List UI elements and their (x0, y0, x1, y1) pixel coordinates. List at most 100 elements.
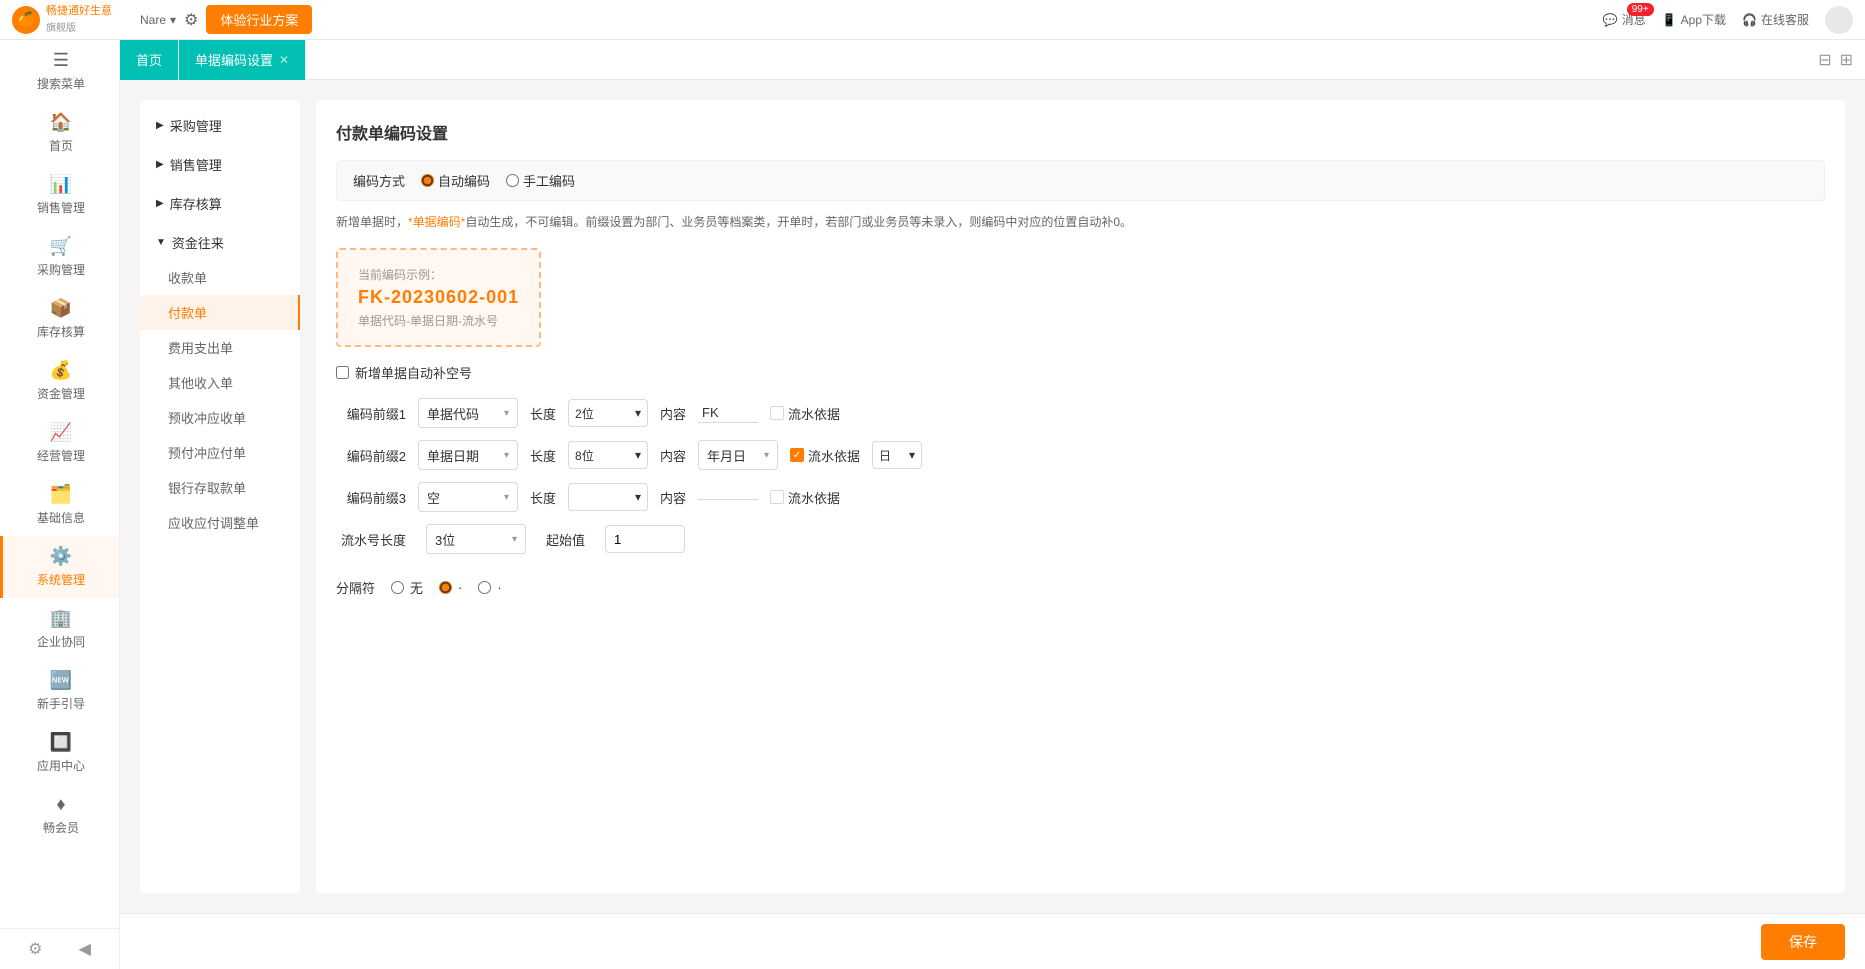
sidebar-item-label: 搜索菜单 (37, 75, 85, 92)
serial-length-select[interactable]: 3位 ▾ (426, 524, 526, 554)
chevron-down-icon: ▼ (156, 237, 166, 248)
sep-dot-radio[interactable] (439, 581, 452, 594)
sidebar-item-member[interactable]: ♦ 畅会员 (0, 784, 119, 846)
prefix3-serial-follow: 流水依据 (770, 488, 840, 507)
sub-group-purchase-title[interactable]: ▶ 采购管理 (140, 108, 300, 143)
auto-encode-label: 自动编码 (438, 171, 490, 190)
prefix2-serial-follow-label: 流水依据 (808, 446, 860, 465)
serial-start-input[interactable] (605, 525, 685, 553)
sub-sidebar-item-bank[interactable]: 银行存取款单 (140, 470, 300, 505)
sidebar-item-label: 资金管理 (37, 385, 85, 402)
preview-sub: 单据代码-单据日期-流水号 (358, 312, 519, 329)
app-download-item[interactable]: 📱 App下载 (1662, 11, 1726, 28)
sub-sidebar-item-other-income[interactable]: 其他收入单 (140, 365, 300, 400)
auto-encode-radio-label[interactable]: 自动编码 (421, 171, 490, 190)
sidebar-item-ops[interactable]: 📈 经营管理 (0, 412, 119, 474)
chevron-down-icon: ▾ (512, 534, 517, 545)
prefix1-serial-follow: 流水依据 (770, 404, 840, 423)
sidebar-item-guide[interactable]: 🆕 新手引导 (0, 660, 119, 722)
chevron-right-icon: ▶ (156, 159, 164, 170)
dropdown-btn[interactable]: Nare ▾ (140, 13, 176, 27)
sub-sidebar-item-pre-collect[interactable]: 预收冲应收单 (140, 400, 300, 435)
prefix2-serial-follow-checkbox[interactable]: ✓ (790, 448, 804, 462)
app-label: App下载 (1681, 11, 1726, 28)
online-service-item[interactable]: 🎧 在线客服 (1742, 11, 1809, 28)
page-content: 付款单编码设置 编码方式 自动编码 手工编码 新增单据时，*单据编码*自动生成 (316, 100, 1845, 893)
chevron-down-icon: ▾ (504, 492, 509, 503)
sep-none-radio[interactable] (391, 581, 404, 594)
tab-bar: 首页 单据编码设置 ✕ ⊟ ⊞ (120, 40, 1865, 80)
sep-dot2-radio[interactable] (478, 581, 491, 594)
trial-button[interactable]: 体验行业方案 (206, 5, 312, 34)
auto-encode-radio[interactable] (421, 174, 434, 187)
tab-expand-icon[interactable]: ⊞ (1840, 50, 1853, 70)
sub-group-fund-title[interactable]: ▼ 资金往来 (140, 225, 300, 260)
prefix3-length-select[interactable]: ▾ (568, 483, 648, 511)
content-area: ▶ 采购管理 ▶ 销售管理 ▶ 库存核算 (120, 80, 1865, 913)
tab-close-icon[interactable]: ✕ (279, 53, 289, 67)
sidebar-collapse-icon[interactable]: ◀ (79, 939, 91, 959)
sidebar-item-label: 库存核算 (37, 323, 85, 340)
prefix1-serial-follow-checkbox[interactable] (770, 406, 784, 420)
auto-fill-checkbox[interactable] (336, 366, 349, 379)
prefix3-serial-follow-checkbox[interactable] (770, 490, 784, 504)
tab-home[interactable]: 首页 (120, 40, 179, 80)
sep-dot-label[interactable]: · (439, 580, 462, 595)
sidebar-item-finance[interactable]: 💰 资金管理 (0, 350, 119, 412)
brand-icon: 🍊 (12, 6, 40, 34)
prefix1-length-value: 2位 (575, 405, 594, 422)
preview-code: FK-20230602-001 (358, 287, 519, 308)
prefix2-content-value: 年月日 (707, 446, 746, 465)
prefix2-length-select[interactable]: 8位 ▾ (568, 441, 648, 469)
sidebar-item-corp[interactable]: 🏢 企业协同 (0, 598, 119, 660)
prefix3-serial-follow-label: 流水依据 (788, 488, 840, 507)
sidebar-settings-icon[interactable]: ⚙ (28, 939, 42, 959)
sep-none-label[interactable]: 无 (391, 578, 423, 597)
prefix1-label: 编码前缀1 (336, 404, 406, 423)
prefix2-row: 编码前缀2 单据日期 ▾ 长度 8位 ▾ 内容 年月日 (336, 440, 1825, 470)
stock-icon: 📦 (50, 298, 72, 319)
prefix2-select[interactable]: 单据日期 ▾ (418, 440, 518, 470)
sub-sidebar-item-payment[interactable]: 付款单 (140, 295, 300, 330)
sep-dot2-label[interactable]: · (478, 580, 501, 595)
tab-serial-setting[interactable]: 单据编码设置 ✕ (179, 40, 306, 80)
sub-sidebar-item-expense[interactable]: 费用支出单 (140, 330, 300, 365)
prefix3-row: 编码前缀3 空 ▾ 长度 ▾ 内容 (336, 482, 1825, 512)
sidebar-item-system[interactable]: ⚙️ 系统管理 (0, 536, 119, 598)
tab-home-label: 首页 (136, 50, 162, 69)
prefix1-select[interactable]: 单据代码 ▾ (418, 398, 518, 428)
sidebar-item-base[interactable]: 🗂️ 基础信息 (0, 474, 119, 536)
prefix3-select[interactable]: 空 ▾ (418, 482, 518, 512)
top-bar-right: 💬 消息 99+ 📱 App下载 🎧 在线客服 (1603, 6, 1853, 34)
manual-encode-radio-label[interactable]: 手工编码 (506, 171, 575, 190)
separator-label: 分隔符 (336, 578, 375, 597)
user-avatar[interactable] (1825, 6, 1853, 34)
manual-encode-radio[interactable] (506, 174, 519, 187)
preview-label: 当前编码示例： (358, 266, 519, 283)
sales-icon: 📊 (50, 174, 72, 195)
sidebar-item-search[interactable]: ☰ 搜索菜单 (0, 40, 119, 102)
prefix1-length-select[interactable]: 2位 ▾ (568, 399, 648, 427)
message-item[interactable]: 💬 消息 99+ (1603, 11, 1646, 28)
sidebar: ☰ 搜索菜单 🏠 首页 📊 销售管理 🛒 采购管理 📦 库存核算 💰 资金管理 … (0, 40, 120, 969)
chevron-right-icon: ▶ (156, 198, 164, 209)
save-button[interactable]: 保存 (1761, 924, 1845, 960)
sidebar-item-home[interactable]: 🏠 首页 (0, 102, 119, 164)
sub-sidebar-item-pre-pay[interactable]: 预付冲应付单 (140, 435, 300, 470)
sidebar-item-label: 采购管理 (37, 261, 85, 278)
sidebar-item-apps[interactable]: 🔲 应用中心 (0, 722, 119, 784)
auto-fill-label: 新增单据自动补空号 (355, 363, 472, 382)
prefix2-day-select[interactable]: 日 ▾ (872, 441, 922, 469)
sub-group-sales-title[interactable]: ▶ 销售管理 (140, 147, 300, 182)
tab-minimize-icon[interactable]: ⊟ (1818, 50, 1831, 70)
sub-sidebar-item-receipt[interactable]: 收款单 (140, 260, 300, 295)
sidebar-item-label: 系统管理 (37, 571, 85, 588)
settings-icon[interactable]: ⚙ (184, 10, 198, 30)
prefix2-content-select[interactable]: 年月日 ▾ (698, 440, 778, 470)
sub-group-stock-title[interactable]: ▶ 库存核算 (140, 186, 300, 221)
system-icon: ⚙️ (50, 546, 72, 567)
sidebar-item-sales[interactable]: 📊 销售管理 (0, 164, 119, 226)
sidebar-item-purchase[interactable]: 🛒 采购管理 (0, 226, 119, 288)
sub-sidebar-item-adj[interactable]: 应收应付调整单 (140, 505, 300, 540)
sidebar-item-stock[interactable]: 📦 库存核算 (0, 288, 119, 350)
